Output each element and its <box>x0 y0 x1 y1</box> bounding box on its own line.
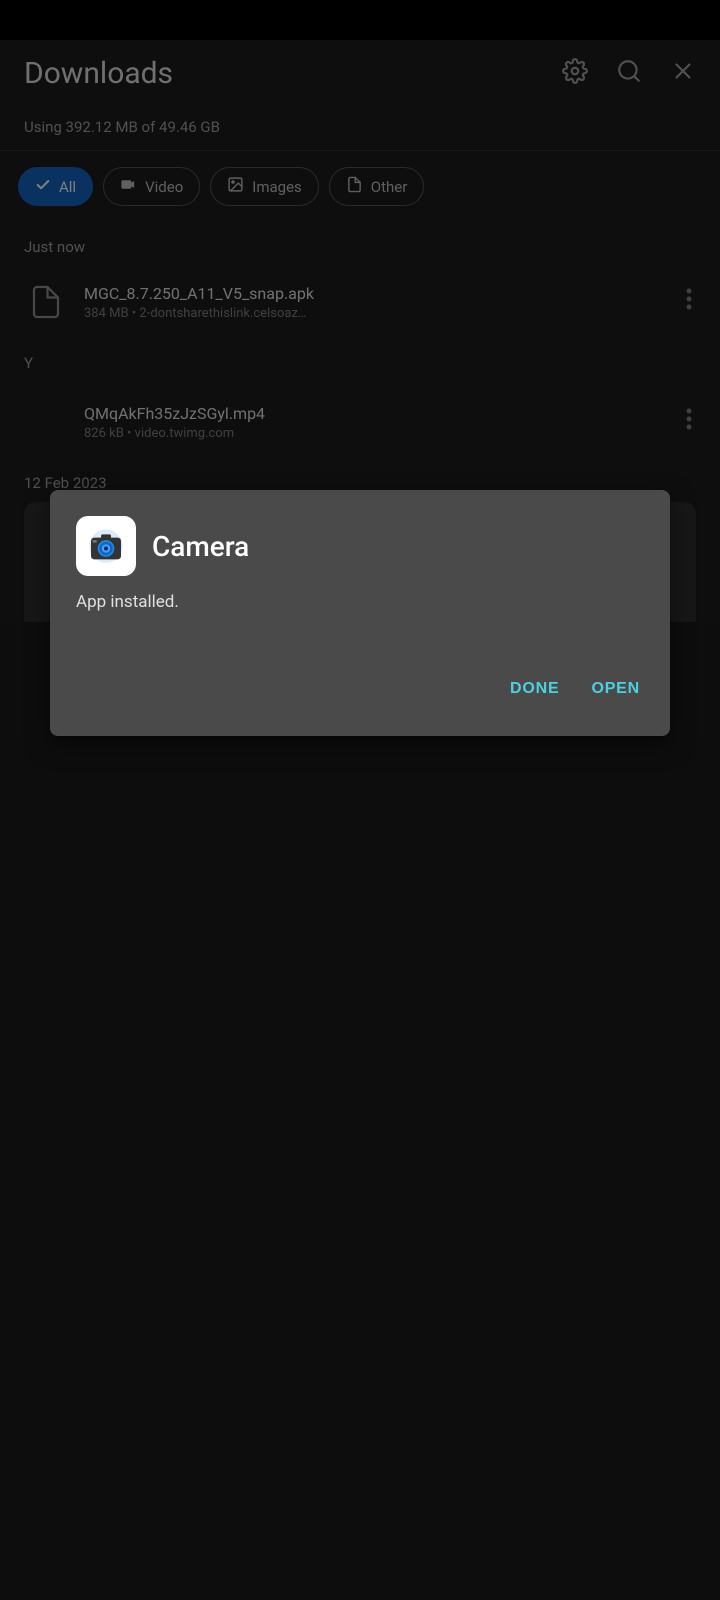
dialog-app-name: Camera <box>152 530 249 563</box>
camera-app-icon-wrapper <box>76 516 136 576</box>
app-installed-dialog: Camera App installed. DONE OPEN <box>50 490 670 736</box>
dialog-actions: DONE OPEN <box>76 672 644 716</box>
dialog-message: App installed. <box>76 592 644 612</box>
done-button[interactable]: DONE <box>506 672 563 706</box>
dialog-content: Camera App installed. DONE OPEN <box>50 490 670 736</box>
open-button[interactable]: OPEN <box>587 672 644 706</box>
dialog-overlay <box>0 0 720 1600</box>
dialog-app-header: Camera <box>76 516 644 576</box>
